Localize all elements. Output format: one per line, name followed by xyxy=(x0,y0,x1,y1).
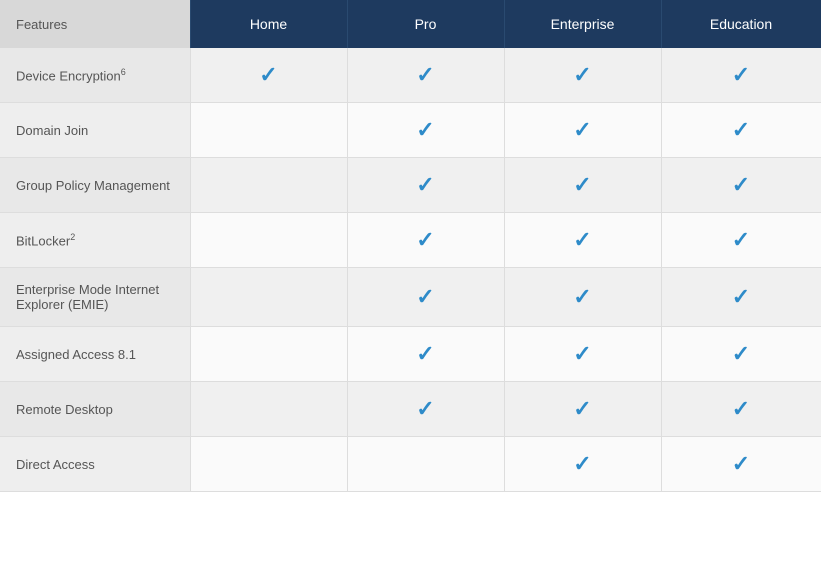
header-home: Home xyxy=(190,0,347,48)
home-cell xyxy=(190,213,347,268)
table-row: Enterprise Mode Internet Explorer (EMIE)… xyxy=(0,268,821,327)
checkmark-icon: ✓ xyxy=(416,396,434,422)
checkmark-icon: ✓ xyxy=(732,227,750,253)
checkmark-icon: ✓ xyxy=(416,172,434,198)
enterprise-cell: ✓ xyxy=(504,158,661,213)
feature-cell: Group Policy Management xyxy=(0,158,190,213)
feature-cell: BitLocker2 xyxy=(0,213,190,268)
home-cell xyxy=(190,382,347,437)
home-cell xyxy=(190,327,347,382)
education-cell: ✓ xyxy=(661,382,821,437)
checkmark-icon: ✓ xyxy=(732,172,750,198)
table-row: BitLocker2 ✓ ✓ ✓ xyxy=(0,213,821,268)
checkmark-icon: ✓ xyxy=(573,172,591,198)
home-cell xyxy=(190,103,347,158)
pro-cell xyxy=(347,437,504,492)
checkmark-icon: ✓ xyxy=(416,62,434,88)
enterprise-cell: ✓ xyxy=(504,437,661,492)
header-education: Education xyxy=(661,0,821,48)
feature-cell: Device Encryption6 xyxy=(0,48,190,103)
checkmark-icon: ✓ xyxy=(573,341,591,367)
enterprise-cell: ✓ xyxy=(504,48,661,103)
header-feature: Features xyxy=(0,0,190,48)
checkmark-icon: ✓ xyxy=(416,284,434,310)
checkmark-icon: ✓ xyxy=(573,451,591,477)
home-cell: ✓ xyxy=(190,48,347,103)
enterprise-cell: ✓ xyxy=(504,382,661,437)
feature-cell: Remote Desktop xyxy=(0,382,190,437)
pro-cell: ✓ xyxy=(347,103,504,158)
education-cell: ✓ xyxy=(661,327,821,382)
pro-cell: ✓ xyxy=(347,327,504,382)
checkmark-icon: ✓ xyxy=(416,227,434,253)
checkmark-icon: ✓ xyxy=(732,62,750,88)
enterprise-cell: ✓ xyxy=(504,327,661,382)
table-row: Remote Desktop ✓ ✓ ✓ xyxy=(0,382,821,437)
education-cell: ✓ xyxy=(661,158,821,213)
pro-cell: ✓ xyxy=(347,48,504,103)
checkmark-icon: ✓ xyxy=(259,62,277,88)
pro-cell: ✓ xyxy=(347,382,504,437)
enterprise-cell: ✓ xyxy=(504,103,661,158)
table-row: Assigned Access 8.1 ✓ ✓ ✓ xyxy=(0,327,821,382)
education-cell: ✓ xyxy=(661,213,821,268)
checkmark-icon: ✓ xyxy=(732,396,750,422)
table-row: Direct Access ✓ ✓ xyxy=(0,437,821,492)
pro-cell: ✓ xyxy=(347,268,504,327)
checkmark-icon: ✓ xyxy=(573,117,591,143)
checkmark-icon: ✓ xyxy=(732,117,750,143)
home-cell xyxy=(190,158,347,213)
feature-cell: Domain Join xyxy=(0,103,190,158)
checkmark-icon: ✓ xyxy=(573,227,591,253)
enterprise-cell: ✓ xyxy=(504,268,661,327)
table-row: Group Policy Management ✓ ✓ ✓ xyxy=(0,158,821,213)
home-cell xyxy=(190,437,347,492)
checkmark-icon: ✓ xyxy=(573,284,591,310)
education-cell: ✓ xyxy=(661,103,821,158)
header-pro: Pro xyxy=(347,0,504,48)
checkmark-icon: ✓ xyxy=(573,396,591,422)
home-cell xyxy=(190,268,347,327)
table-row: Device Encryption6 ✓ ✓ ✓ ✓ xyxy=(0,48,821,103)
feature-cell: Assigned Access 8.1 xyxy=(0,327,190,382)
checkmark-icon: ✓ xyxy=(416,117,434,143)
pro-cell: ✓ xyxy=(347,158,504,213)
checkmark-icon: ✓ xyxy=(416,341,434,367)
education-cell: ✓ xyxy=(661,48,821,103)
table-row: Domain Join ✓ ✓ ✓ xyxy=(0,103,821,158)
checkmark-icon: ✓ xyxy=(573,62,591,88)
enterprise-cell: ✓ xyxy=(504,213,661,268)
education-cell: ✓ xyxy=(661,268,821,327)
comparison-table: Features Home Pro Enterprise Education D… xyxy=(0,0,821,492)
checkmark-icon: ✓ xyxy=(732,451,750,477)
header-enterprise: Enterprise xyxy=(504,0,661,48)
checkmark-icon: ✓ xyxy=(732,341,750,367)
feature-cell: Enterprise Mode Internet Explorer (EMIE) xyxy=(0,268,190,327)
pro-cell: ✓ xyxy=(347,213,504,268)
education-cell: ✓ xyxy=(661,437,821,492)
feature-cell: Direct Access xyxy=(0,437,190,492)
checkmark-icon: ✓ xyxy=(732,284,750,310)
